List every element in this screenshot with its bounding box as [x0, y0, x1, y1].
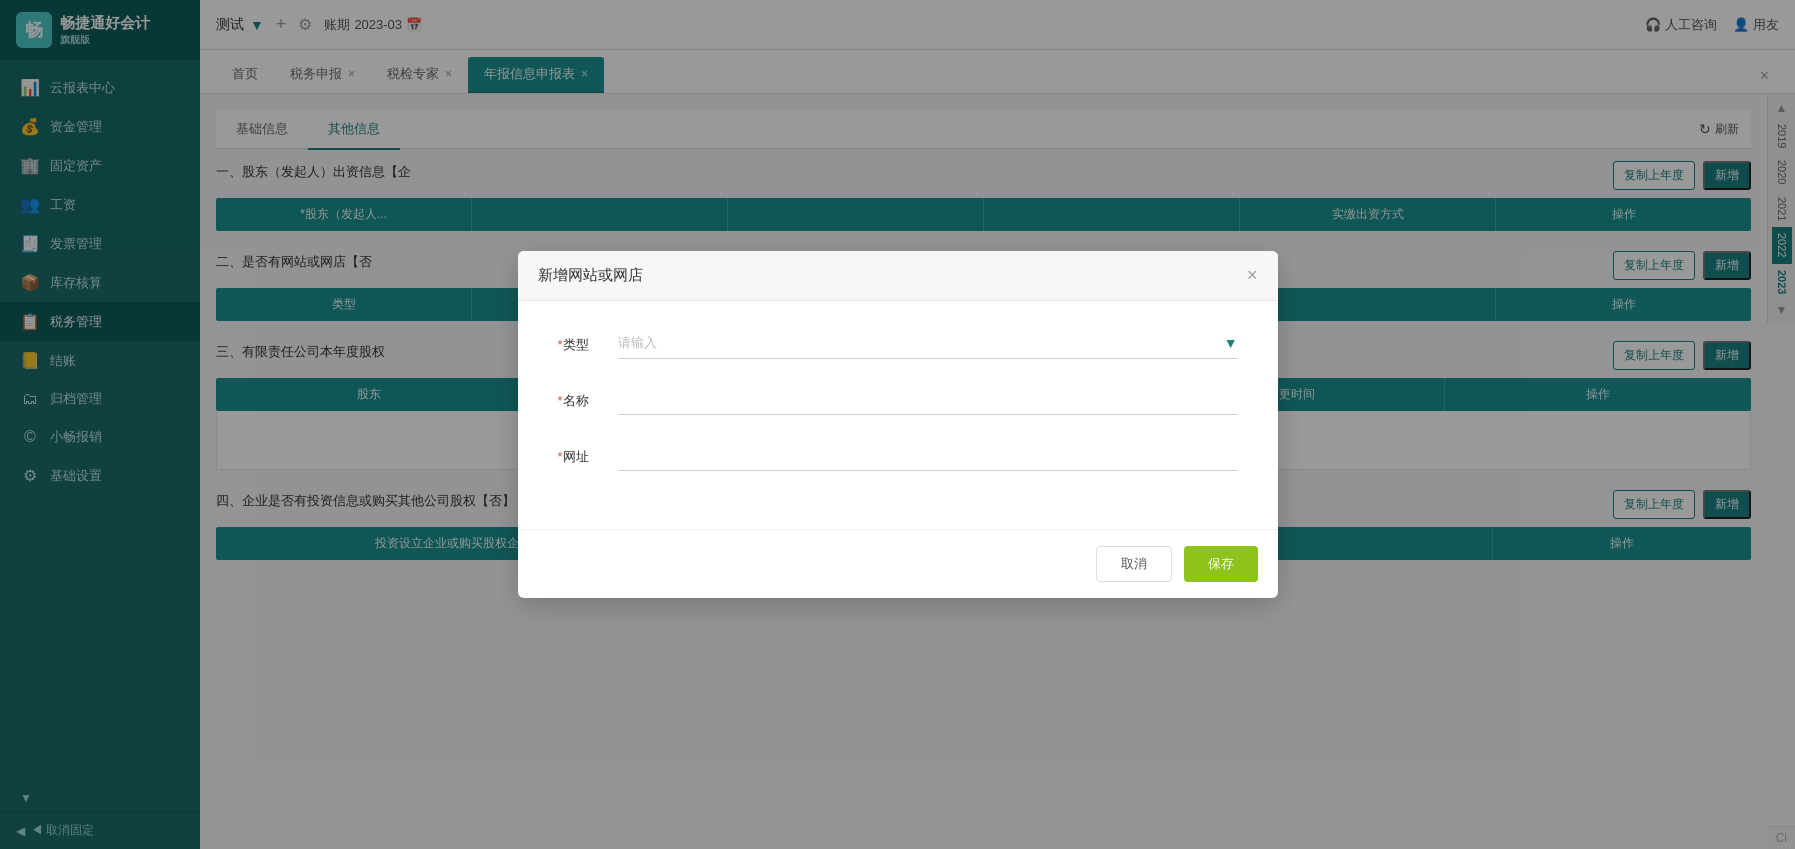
url-label: *网址 — [558, 448, 618, 466]
type-dropdown-icon[interactable]: ▼ — [1224, 335, 1238, 351]
cancel-button[interactable]: 取消 — [1096, 546, 1172, 582]
url-input[interactable] — [618, 443, 1238, 466]
save-button[interactable]: 保存 — [1184, 546, 1258, 582]
name-input[interactable] — [618, 387, 1238, 410]
form-field-type: *类型 ▼ — [558, 331, 1238, 359]
modal-body: *类型 ▼ *名称 *网址 — [518, 301, 1278, 529]
modal-overlay: 新增网站或网店 × *类型 ▼ *名称 — [0, 0, 1795, 849]
form-field-url: *网址 — [558, 443, 1238, 471]
name-label: *名称 — [558, 392, 618, 410]
modal-close-button[interactable]: × — [1247, 265, 1258, 286]
name-input-wrap[interactable] — [618, 387, 1238, 415]
type-label: *类型 — [558, 336, 618, 354]
modal-title: 新增网站或网店 — [538, 266, 643, 285]
modal-add-website: 新增网站或网店 × *类型 ▼ *名称 — [518, 251, 1278, 598]
url-input-wrap[interactable] — [618, 443, 1238, 471]
form-field-name: *名称 — [558, 387, 1238, 415]
modal-header: 新增网站或网店 × — [518, 251, 1278, 301]
type-input[interactable] — [618, 331, 1224, 354]
modal-footer: 取消 保存 — [518, 529, 1278, 598]
type-input-wrap[interactable]: ▼ — [618, 331, 1238, 359]
